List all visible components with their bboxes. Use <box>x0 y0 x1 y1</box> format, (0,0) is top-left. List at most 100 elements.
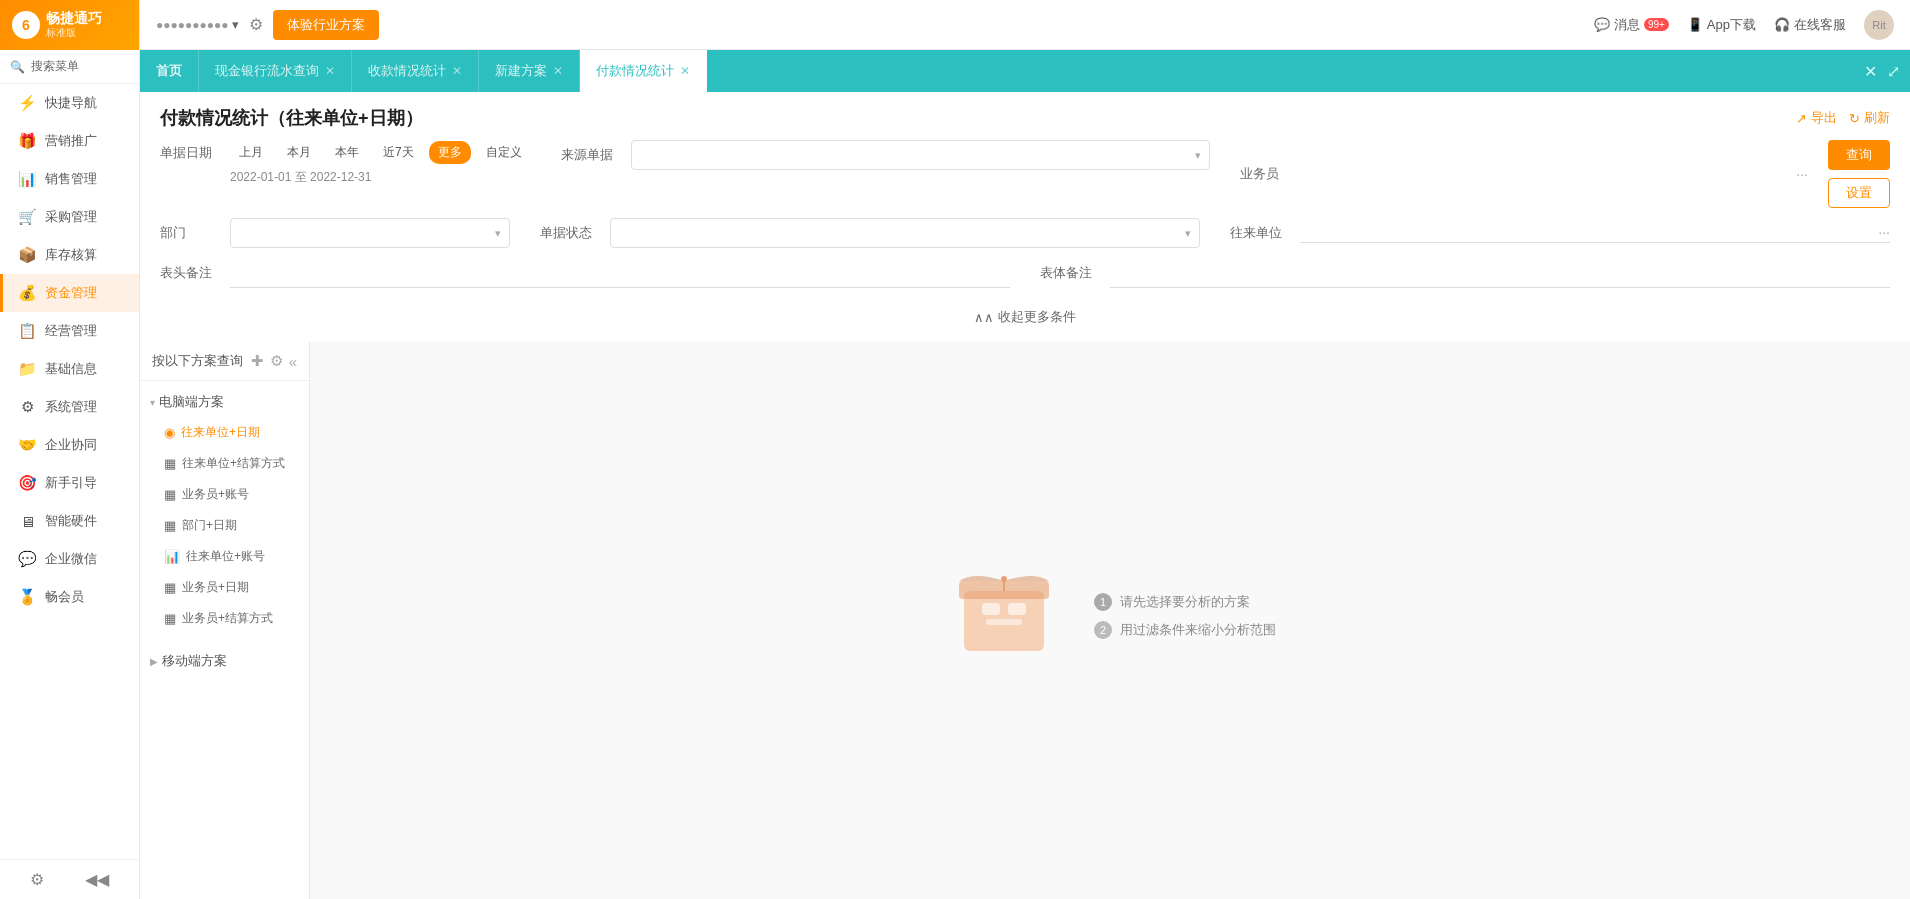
tab-new-plan-close[interactable]: ✕ <box>553 64 563 78</box>
scheme-item-staff-date[interactable]: ▦ 业务员+日期 <box>140 572 309 603</box>
sidebar-item-label: 系统管理 <box>45 398 97 416</box>
scheme-item-label: 往来单位+日期 <box>181 424 260 441</box>
tab-home[interactable]: 首页 <box>140 50 199 92</box>
sidebar-item-label: 畅会员 <box>45 588 84 606</box>
dept-select[interactable]: ▾ <box>230 218 510 248</box>
search-menu[interactable]: 🔍 搜索菜单 <box>0 50 139 84</box>
collapse-sidebar-btn[interactable]: ◀◀ <box>85 870 109 889</box>
vip-icon: 🏅 <box>17 588 37 606</box>
collapse-filter-btn[interactable]: ∧∧ 收起更多条件 <box>160 302 1890 332</box>
page-header: 付款情况统计（往来单位+日期） ↗ 导出 ↻ 刷新 <box>140 92 1910 130</box>
tab-receipt-close[interactable]: ✕ <box>452 64 462 78</box>
scheme-group-mobile: ▶ 移动端方案 <box>140 640 309 682</box>
result-area: 1 请先选择要分析的方案 2 用过滤条件来缩小分析范围 <box>310 342 1910 899</box>
sidebar-item-label: 营销推广 <box>45 132 97 150</box>
tab-payment-label: 付款情况统计 <box>596 62 674 80</box>
messages-label: 消息 <box>1614 16 1640 34</box>
sidebar-item-system[interactable]: ⚙ 系统管理 <box>0 388 139 426</box>
scheme-settings-btn[interactable]: ⚙ <box>270 352 283 370</box>
tabbar-actions: ✕ ⤢ <box>1854 50 1910 92</box>
setting-button[interactable]: 设置 <box>1828 178 1890 208</box>
header-note-input[interactable] <box>230 258 1010 288</box>
scheme-item-counterpart-account[interactable]: 📊 往来单位+账号 <box>140 541 309 572</box>
scheme-group-desktop: ▾ 电脑端方案 ◉ 往来单位+日期 ▦ 往来单位+结算方式 ▦ 业务员+账号 <box>140 381 309 640</box>
account-selector[interactable]: ●●●●●●●●●● ▾ <box>156 17 239 32</box>
docstatus-select[interactable]: ▾ <box>610 218 1200 248</box>
app-download-btn[interactable]: 📱 App下载 <box>1687 16 1756 34</box>
expand-tab-btn[interactable]: ⤢ <box>1887 62 1900 81</box>
date-custom-btn[interactable]: 自定义 <box>477 140 531 165</box>
hint-num-1: 1 <box>1094 593 1112 611</box>
sidebar-item-inventory[interactable]: 📦 库存核算 <box>0 236 139 274</box>
date-quick-buttons: 上月 本月 本年 近7天 更多 自定义 <box>230 140 531 165</box>
sidebar-item-sales[interactable]: 📊 销售管理 <box>0 160 139 198</box>
sidebar-item-wechat[interactable]: 💬 企业微信 <box>0 540 139 578</box>
page-title: 付款情况统计（往来单位+日期） <box>160 106 423 130</box>
scheme-table-icon: ▦ <box>164 456 176 471</box>
coop-icon: 🤝 <box>17 436 37 454</box>
body-note-input[interactable] <box>1110 258 1890 288</box>
sidebar-item-operation[interactable]: 📋 经营管理 <box>0 312 139 350</box>
customer-service-btn[interactable]: 🎧 在线客服 <box>1774 16 1846 34</box>
tab-bank-close[interactable]: ✕ <box>325 64 335 78</box>
scheme-item-staff-account[interactable]: ▦ 业务员+账号 <box>140 479 309 510</box>
date-last-month-btn[interactable]: 上月 <box>230 140 272 165</box>
user-avatar[interactable]: Rit <box>1864 10 1894 40</box>
body-note-label: 表体备注 <box>1040 264 1110 282</box>
docstatus-label: 单据状态 <box>540 224 610 242</box>
sidebar-item-finance[interactable]: 💰 资金管理 <box>0 274 139 312</box>
scheme-item-staff-settle[interactable]: ▦ 业务员+结算方式 <box>140 603 309 634</box>
collapse-scheme-btn[interactable]: « <box>289 353 297 370</box>
sidebar-item-label: 采购管理 <box>45 208 97 226</box>
tabbar: 首页 现金银行流水查询 ✕ 收款情况统计 ✕ 新建方案 ✕ 付款情况统计 ✕ ✕… <box>140 50 1910 92</box>
sidebar-item-coop[interactable]: 🤝 企业协同 <box>0 426 139 464</box>
tab-receipt[interactable]: 收款情况统计 ✕ <box>352 50 479 92</box>
messages-btn[interactable]: 💬 消息 99+ <box>1594 16 1669 34</box>
sidebar-item-label: 企业微信 <box>45 550 97 568</box>
sidebar-item-purchase[interactable]: 🛒 采购管理 <box>0 198 139 236</box>
counterpart-label: 往来单位 <box>1230 224 1300 242</box>
scheme-item-dept-date[interactable]: ▦ 部门+日期 <box>140 510 309 541</box>
trial-plan-button[interactable]: 体验行业方案 <box>273 10 379 40</box>
date-more-btn[interactable]: 更多 <box>429 141 471 164</box>
add-scheme-btn[interactable]: ✚ <box>251 352 264 370</box>
filter-row3: 表头备注 表体备注 <box>160 258 1890 288</box>
desktop-group-label: 电脑端方案 <box>159 393 224 411</box>
date-7days-btn[interactable]: 近7天 <box>374 140 423 165</box>
scheme-item-label: 往来单位+账号 <box>186 548 265 565</box>
close-all-tabs-btn[interactable]: ✕ <box>1864 62 1877 81</box>
scheme-group-mobile-header[interactable]: ▶ 移动端方案 <box>140 646 309 676</box>
sidebar-item-hardware[interactable]: 🖥 智能硬件 <box>0 502 139 540</box>
tab-bank[interactable]: 现金银行流水查询 ✕ <box>199 50 352 92</box>
date-this-year-btn[interactable]: 本年 <box>326 140 368 165</box>
hint-item-2: 2 用过滤条件来缩小分析范围 <box>1094 621 1276 639</box>
topbar-gear-icon[interactable]: ⚙ <box>249 15 263 34</box>
scheme-item-counterpart-settle[interactable]: ▦ 往来单位+结算方式 <box>140 448 309 479</box>
sidebar-item-vip[interactable]: 🏅 畅会员 <box>0 578 139 616</box>
sidebar-item-quick-nav[interactable]: ⚡ 快捷导航 <box>0 84 139 122</box>
app-icon: 📱 <box>1687 17 1703 32</box>
settings-footer-btn[interactable]: ⚙ <box>30 870 44 889</box>
refresh-button[interactable]: ↻ 刷新 <box>1849 109 1890 127</box>
tab-new-plan[interactable]: 新建方案 ✕ <box>479 50 580 92</box>
filter-area: 单据日期 上月 本月 本年 近7天 更多 自定义 2022-01-01 至 20… <box>140 130 1910 342</box>
query-button[interactable]: 查询 <box>1828 140 1890 170</box>
sidebar-item-guide[interactable]: 🎯 新手引导 <box>0 464 139 502</box>
date-this-month-btn[interactable]: 本月 <box>278 140 320 165</box>
counterpart-dots-btn[interactable]: ··· <box>1878 224 1890 240</box>
search-label: 搜索菜单 <box>31 58 79 75</box>
sidebar-item-marketing[interactable]: 🎁 营销推广 <box>0 122 139 160</box>
sidebar-item-basic[interactable]: 📁 基础信息 <box>0 350 139 388</box>
empty-hint: 1 请先选择要分析的方案 2 用过滤条件来缩小分析范围 <box>1094 593 1276 649</box>
sidebar-footer: ⚙ ◀◀ <box>0 859 139 899</box>
sales-icon: 📊 <box>17 170 37 188</box>
staff-dots-btn[interactable]: ··· <box>1796 166 1808 182</box>
logo-icon: 6 <box>12 11 40 39</box>
export-button[interactable]: ↗ 导出 <box>1796 109 1837 127</box>
source-select[interactable]: ▾ <box>631 140 1211 170</box>
tab-payment-close[interactable]: ✕ <box>680 64 690 78</box>
tab-payment[interactable]: 付款情况统计 ✕ <box>580 50 707 92</box>
scheme-group-desktop-header[interactable]: ▾ 电脑端方案 <box>140 387 309 417</box>
sidebar-item-label: 经营管理 <box>45 322 97 340</box>
scheme-item-counterpart-date[interactable]: ◉ 往来单位+日期 <box>140 417 309 448</box>
